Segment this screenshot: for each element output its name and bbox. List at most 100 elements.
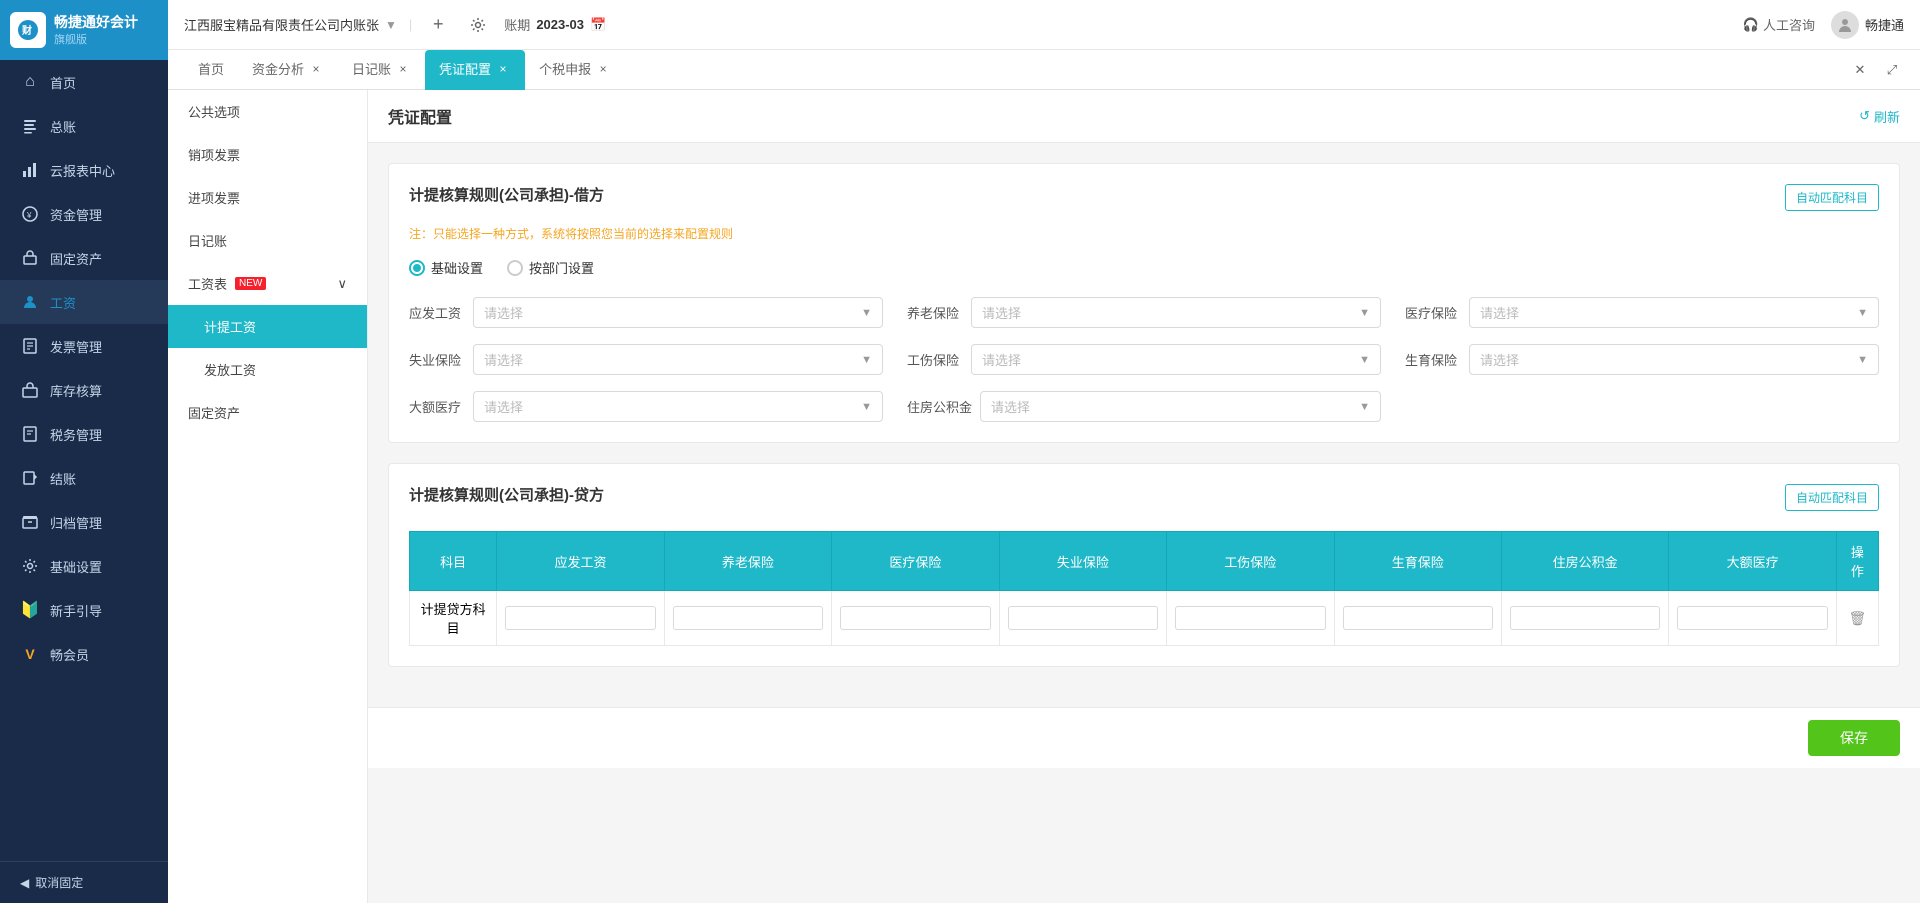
archive-icon — [20, 512, 40, 532]
sidebar-item-vip[interactable]: V 畅会员 — [0, 632, 168, 676]
row-work-injury-cell — [1167, 591, 1334, 646]
field-major-medical-select[interactable]: 请选择 ▼ — [473, 391, 883, 422]
left-nav-purchase-invoice-label: 进项发票 — [188, 188, 240, 207]
sidebar-item-basic-settings[interactable]: 基础设置 — [0, 544, 168, 588]
sidebar-item-label: 基础设置 — [50, 557, 102, 576]
sidebar: 财 畅捷通好会计 旗舰版 ⌂ 首页 总账 云报表中心 ¥ — [0, 0, 168, 903]
row-housing-input[interactable] — [1510, 606, 1660, 630]
field-gross-salary-select[interactable]: 请选择 ▼ — [473, 297, 883, 328]
company-dropdown-icon: ▼ — [385, 18, 397, 32]
field-maternity-select[interactable]: 请选择 ▼ — [1469, 344, 1879, 375]
tab-tax-report[interactable]: 个税申报 × — [525, 50, 625, 90]
row-delete-button[interactable]: 🗑 — [1849, 610, 1867, 626]
left-nav-payroll-release[interactable]: 发放工资 — [168, 348, 367, 391]
tab-voucher-config[interactable]: 凭证配置 × — [425, 50, 525, 90]
sidebar-item-inventory[interactable]: 库存核算 — [0, 368, 168, 412]
settings-button[interactable] — [464, 11, 492, 39]
col-unemployment: 失业保险 — [999, 532, 1166, 591]
field-gross-salary: 应发工资 请选择 ▼ — [409, 297, 883, 328]
left-nav-sales-invoice[interactable]: 销项发票 — [168, 133, 367, 176]
sidebar-item-general-ledger[interactable]: 总账 — [0, 104, 168, 148]
left-nav: 公共选项 销项发票 进项发票 日记账 工资表 NEW ∨ 计提工资 发放工资 — [168, 90, 368, 903]
cancel-fixed-icon: ◀ — [20, 876, 29, 890]
sidebar-item-payroll[interactable]: 工资 — [0, 280, 168, 324]
row-unemployment-input[interactable] — [1008, 606, 1158, 630]
radio-basic[interactable]: 基础设置 — [409, 258, 483, 277]
debit-section-note: 注：只能选择一种方式，系统将按照您当前的选择来配置规则 — [409, 225, 1879, 242]
field-unemployment-select[interactable]: 请选择 ▼ — [473, 344, 883, 375]
sidebar-item-invoice-mgmt[interactable]: 发票管理 — [0, 324, 168, 368]
tab-journal-close[interactable]: × — [395, 61, 411, 77]
row-maternity-input[interactable] — [1343, 606, 1493, 630]
row-medical-input[interactable] — [840, 606, 990, 630]
sidebar-item-tax[interactable]: 税务管理 — [0, 412, 168, 456]
sidebar-item-home[interactable]: ⌂ 首页 — [0, 60, 168, 104]
sidebar-item-funds[interactable]: ¥ 资金管理 — [0, 192, 168, 236]
debit-section: 自动匹配科目 计提核算规则(公司承担)-借方 注：只能选择一种方式，系统将按照您… — [388, 163, 1900, 443]
debit-auto-match-button[interactable]: 自动匹配科目 — [1785, 184, 1879, 211]
field-work-injury-select[interactable]: 请选择 ▼ — [971, 344, 1381, 375]
support-button[interactable]: 🎧 人工咨询 — [1743, 15, 1815, 34]
tab-voucher-config-close[interactable]: × — [495, 61, 511, 77]
credit-auto-match-button[interactable]: 自动匹配科目 — [1785, 484, 1879, 511]
payroll-icon — [20, 292, 40, 312]
tab-expand[interactable]: ⤢ — [1880, 58, 1904, 82]
sidebar-item-archive[interactable]: 归档管理 — [0, 500, 168, 544]
tab-tax-report-close[interactable]: × — [595, 61, 611, 77]
sidebar-item-guide[interactable]: 🔰 新手引导 — [0, 588, 168, 632]
chevron-down-icon: ▼ — [1857, 354, 1868, 366]
left-nav-public-options[interactable]: 公共选项 — [168, 90, 367, 133]
field-pension-select[interactable]: 请选择 ▼ — [971, 297, 1381, 328]
fixed-assets-icon — [20, 248, 40, 268]
chevron-down-icon: ▼ — [861, 307, 872, 319]
row-work-injury-input[interactable] — [1175, 606, 1325, 630]
refresh-button[interactable]: ↺ 刷新 — [1859, 107, 1900, 126]
close-book-icon — [20, 468, 40, 488]
row-major-medical-input[interactable] — [1677, 606, 1827, 630]
field-housing-fund-select[interactable]: 请选择 ▼ — [980, 391, 1381, 422]
tab-funds-analysis-close[interactable]: × — [308, 61, 324, 77]
field-gross-salary-label: 应发工资 — [409, 303, 465, 322]
add-button[interactable]: + — [424, 11, 452, 39]
sidebar-item-label: 新手引导 — [50, 601, 102, 620]
left-nav-payroll-accrual[interactable]: 计提工资 — [168, 305, 367, 348]
left-nav-fixed-assets[interactable]: 固定资产 — [168, 391, 367, 434]
field-maternity-label: 生育保险 — [1405, 350, 1461, 369]
period-selector[interactable]: 账期 2023-03 📅 — [504, 15, 606, 34]
left-nav-journal[interactable]: 日记账 — [168, 219, 367, 262]
field-pension-placeholder: 请选择 — [982, 303, 1021, 322]
sidebar-item-fixed-assets[interactable]: 固定资产 — [0, 236, 168, 280]
row-pension-input[interactable] — [673, 606, 823, 630]
tab-home[interactable]: 首页 — [184, 50, 238, 90]
chevron-down-icon: ▼ — [1359, 354, 1370, 366]
left-nav-purchase-invoice[interactable]: 进项发票 — [168, 176, 367, 219]
row-gross-salary-input[interactable] — [505, 606, 655, 630]
left-nav-payroll-table[interactable]: 工资表 NEW ∨ — [168, 262, 367, 305]
tab-funds-analysis[interactable]: 资金分析 × — [238, 50, 338, 90]
sidebar-item-close[interactable]: 结账 — [0, 456, 168, 500]
tab-journal[interactable]: 日记账 × — [338, 50, 425, 90]
chevron-down-icon: ▼ — [1359, 401, 1370, 413]
field-unemployment-label: 失业保险 — [409, 350, 465, 369]
cancel-fixed-button[interactable]: ◀ 取消固定 — [0, 861, 168, 903]
save-button[interactable]: 保存 — [1808, 720, 1900, 756]
field-work-injury-placeholder: 请选择 — [982, 350, 1021, 369]
topbar-right: 🎧 人工咨询 畅捷通 — [1743, 11, 1904, 39]
row-pension-cell — [664, 591, 831, 646]
radio-by-dept[interactable]: 按部门设置 — [507, 258, 594, 277]
field-medical-label: 医疗保险 — [1405, 303, 1461, 322]
sidebar-item-label: 工资 — [50, 293, 76, 312]
field-major-medical-placeholder: 请选择 — [484, 397, 523, 416]
user-menu[interactable]: 畅捷通 — [1831, 11, 1904, 39]
col-subject: 科目 — [410, 532, 497, 591]
topbar-divider-1: | — [409, 17, 412, 32]
field-housing-fund-label: 住房公积金 — [907, 397, 972, 416]
sidebar-item-reports[interactable]: 云报表中心 — [0, 148, 168, 192]
field-medical-select[interactable]: 请选择 ▼ — [1469, 297, 1879, 328]
sidebar-item-label: 结账 — [50, 469, 76, 488]
row-unemployment-cell — [999, 591, 1166, 646]
tab-close-all[interactable]: ✕ — [1848, 58, 1872, 82]
row-maternity-cell — [1334, 591, 1501, 646]
sidebar-item-label: 归档管理 — [50, 513, 102, 532]
company-selector[interactable]: 江西服宝精品有限责任公司内账张 ▼ — [184, 15, 397, 34]
